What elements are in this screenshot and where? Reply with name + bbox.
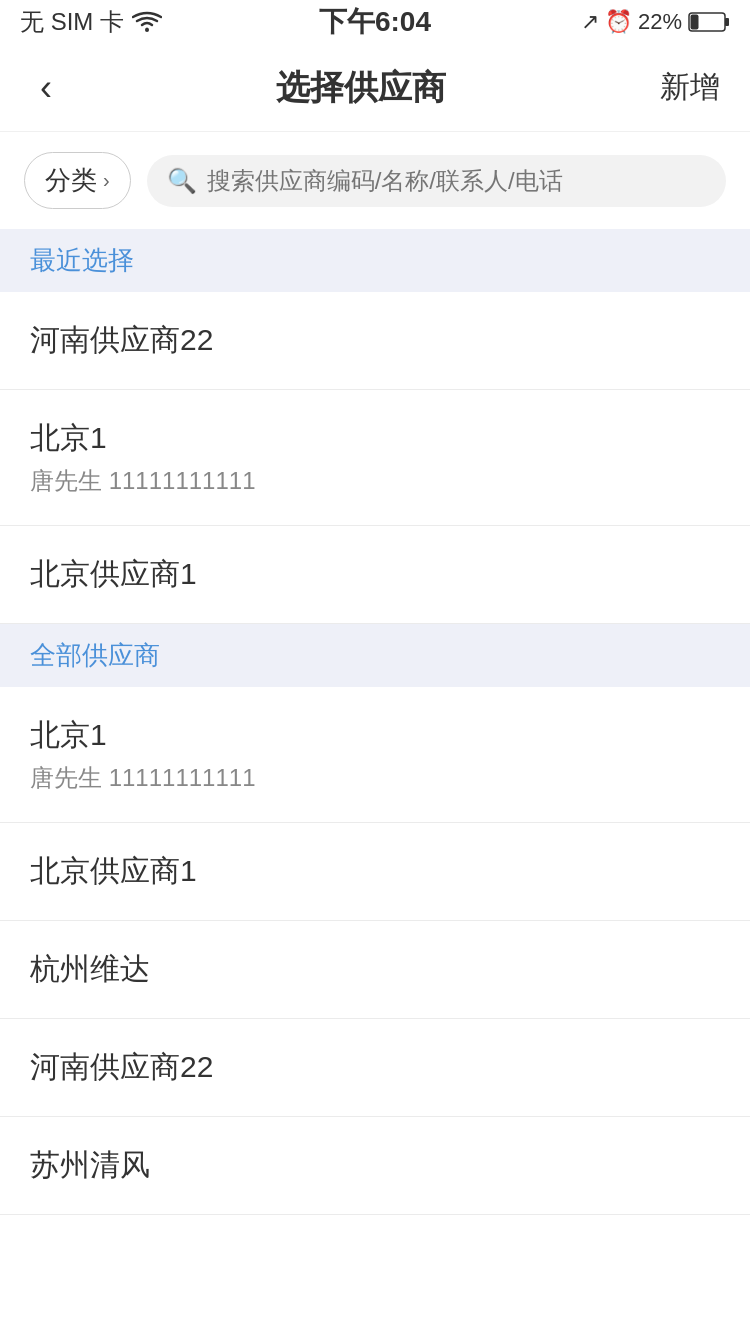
nav-bar: ‹ 选择供应商 新增 [0,44,750,132]
list-item[interactable]: 河南供应商22 [0,1019,750,1117]
battery-icon [688,11,730,33]
svg-point-0 [145,28,149,32]
item-name: 北京1 [30,418,720,459]
item-name: 北京供应商1 [30,851,720,892]
list-item[interactable]: 北京1 唐先生 11111111111 [0,687,750,823]
svg-rect-2 [725,18,729,26]
item-name: 北京供应商1 [30,554,720,595]
item-sub: 唐先生 11111111111 [30,465,720,497]
search-box: 🔍 [147,155,726,207]
add-button[interactable]: 新增 [660,67,720,108]
category-label: 分类 [45,163,97,198]
sim-text: 无 SIM 卡 [20,6,124,38]
chevron-right-icon: › [103,169,110,192]
item-name: 北京1 [30,715,720,756]
all-section-label: 全部供应商 [30,640,160,670]
status-time: 下午6:04 [319,3,431,41]
back-button[interactable]: ‹ [30,57,62,119]
direction-icon: ↗ [581,9,599,35]
all-list: 北京1 唐先生 11111111111 北京供应商1 杭州维达 河南供应商22 苏… [0,687,750,1215]
battery-text: 22% [638,9,682,35]
page-title: 选择供应商 [276,65,446,111]
recent-section-label: 最近选择 [30,245,134,275]
search-icon: 🔍 [167,167,197,195]
search-area: 分类 › 🔍 [0,132,750,229]
svg-rect-3 [691,15,699,30]
wifi-icon [132,11,162,33]
item-name: 河南供应商22 [30,320,720,361]
list-item[interactable]: 苏州清风 [0,1117,750,1215]
category-filter-button[interactable]: 分类 › [24,152,131,209]
recent-section-header: 最近选择 [0,229,750,292]
item-sub: 唐先生 11111111111 [30,762,720,794]
recent-list: 河南供应商22 北京1 唐先生 11111111111 北京供应商1 [0,292,750,624]
item-name: 杭州维达 [30,949,720,990]
status-right: ↗ ⏰ 22% [581,9,730,35]
status-left: 无 SIM 卡 [20,6,162,38]
list-item[interactable]: 北京1 唐先生 11111111111 [0,390,750,526]
item-name: 河南供应商22 [30,1047,720,1088]
alarm-icon: ⏰ [605,9,632,35]
status-bar: 无 SIM 卡 下午6:04 ↗ ⏰ 22% [0,0,750,44]
list-item[interactable]: 北京供应商1 [0,823,750,921]
list-item[interactable]: 北京供应商1 [0,526,750,624]
list-item[interactable]: 河南供应商22 [0,292,750,390]
list-item[interactable]: 杭州维达 [0,921,750,1019]
search-input[interactable] [207,167,706,195]
all-section-header: 全部供应商 [0,624,750,687]
item-name: 苏州清风 [30,1145,720,1186]
